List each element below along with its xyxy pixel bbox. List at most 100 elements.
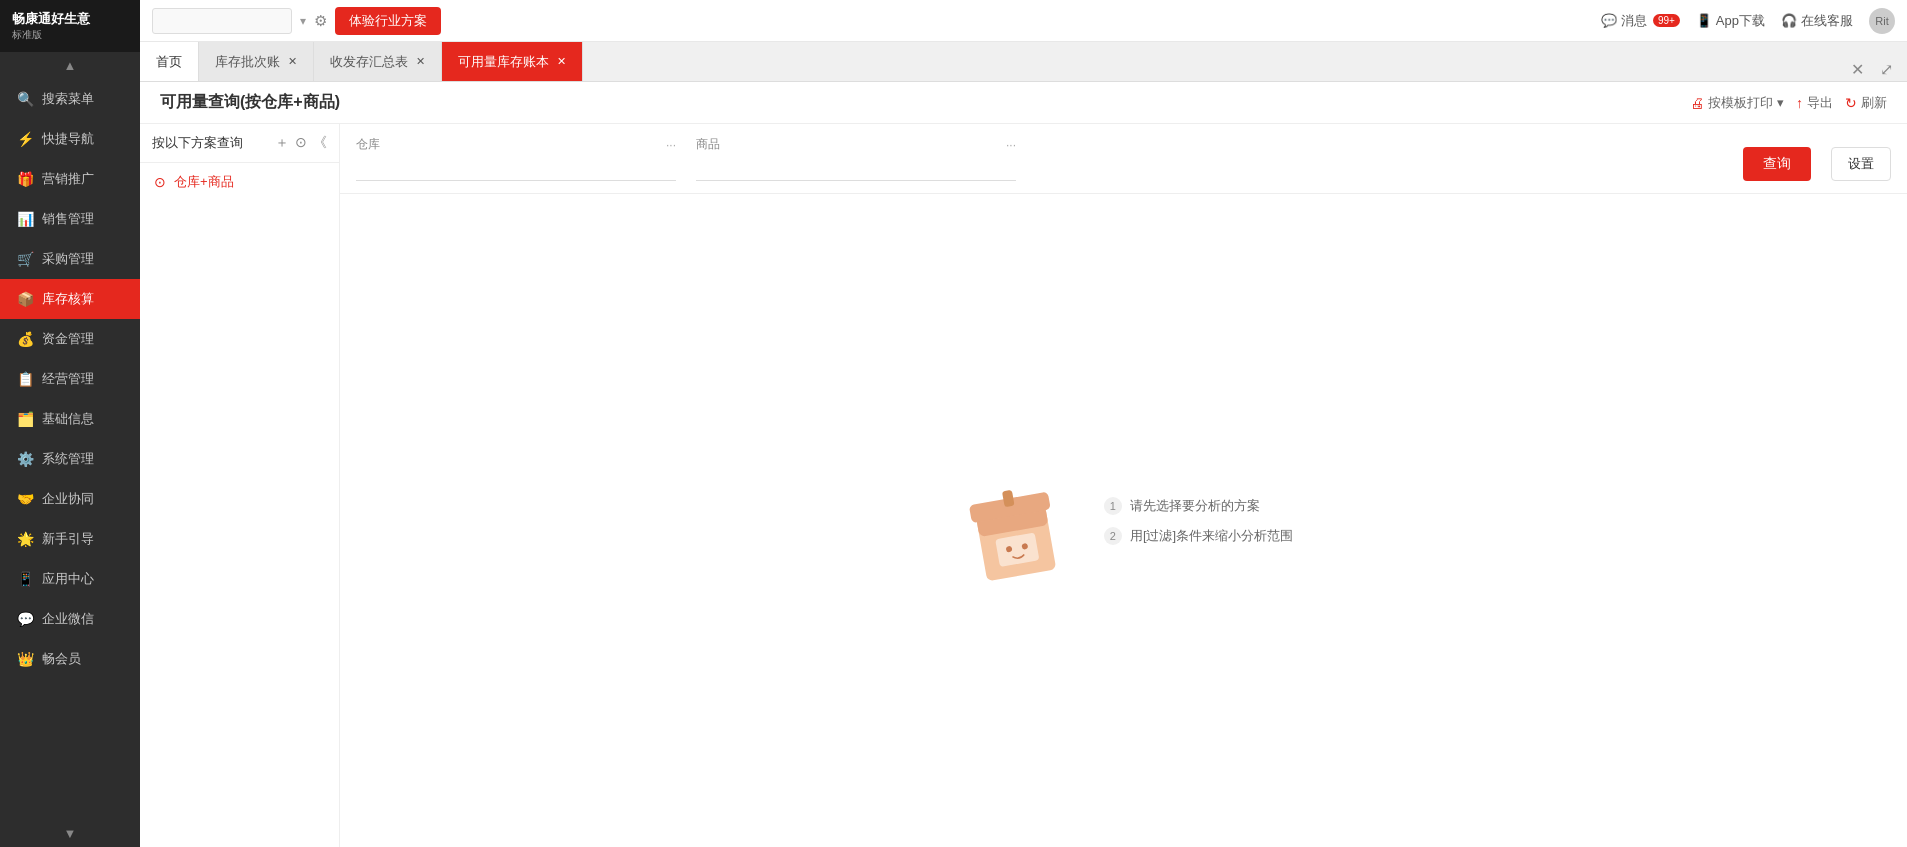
sidebar-scroll: 🔍 搜索菜单 ⚡ 快捷导航 🎁 营销推广 📊 销售管理 🛒 采购管理 📦 库存核… bbox=[0, 79, 140, 820]
sidebar-scroll-up[interactable]: ▲ bbox=[0, 52, 140, 79]
query-button[interactable]: 查询 bbox=[1743, 147, 1811, 181]
topbar: ▾ ⚙ 体验行业方案 💬 消息 99+ 📱 App下载 🎧 在线客服 Rit bbox=[140, 0, 1907, 42]
collapse-filter-icon[interactable]: 《 bbox=[313, 134, 327, 152]
sidebar-item-enterprise[interactable]: 🤝 企业协同 bbox=[0, 479, 140, 519]
topbar-chevron-icon[interactable]: ▾ bbox=[300, 14, 306, 28]
tab-batch-ledger[interactable]: 库存批次账 ✕ bbox=[199, 42, 314, 81]
filter-actions: ＋ ⊙ 《 bbox=[275, 134, 327, 152]
filter-item-仓库+商品[interactable]: ⊙ 仓库+商品 bbox=[140, 163, 339, 201]
print-icon: 🖨 bbox=[1690, 95, 1704, 111]
app-center-icon: 📱 bbox=[16, 571, 34, 587]
refresh-icon: ↻ bbox=[1845, 95, 1857, 111]
filter-item-icon: ⊙ bbox=[154, 174, 166, 190]
tab-close-available-ledger[interactable]: ✕ bbox=[557, 55, 566, 68]
query-field-input-goods[interactable] bbox=[696, 157, 1016, 181]
main-area: ▾ ⚙ 体验行业方案 💬 消息 99+ 📱 App下载 🎧 在线客服 Rit bbox=[140, 0, 1907, 847]
query-field-warehouse: 仓库 ··· bbox=[356, 136, 676, 181]
tab-label-home: 首页 bbox=[156, 53, 182, 71]
sidebar-item-basic-info[interactable]: 🗂️ 基础信息 bbox=[0, 399, 140, 439]
query-field-more-goods[interactable]: ··· bbox=[1006, 138, 1016, 152]
inventory-icon: 📦 bbox=[16, 291, 34, 307]
app-download-button[interactable]: 📱 App下载 bbox=[1696, 12, 1765, 30]
purchase-icon: 🛒 bbox=[16, 251, 34, 267]
sidebar-item-label: 采购管理 bbox=[42, 250, 94, 268]
online-service-button[interactable]: 🎧 在线客服 bbox=[1781, 12, 1853, 30]
sidebar-item-finance[interactable]: 💰 资金管理 bbox=[0, 319, 140, 359]
page-title: 可用量查询(按仓库+商品) bbox=[160, 92, 340, 113]
sidebar-item-purchase[interactable]: 🛒 采购管理 bbox=[0, 239, 140, 279]
basic-info-icon: 🗂️ bbox=[16, 411, 34, 427]
query-field-input-warehouse[interactable] bbox=[356, 157, 676, 181]
page-header: 可用量查询(按仓库+商品) 🖨 按模板打印 ▾ ↑ 导出 ↻ 刷新 bbox=[140, 82, 1907, 124]
sidebar-item-label: 基础信息 bbox=[42, 410, 94, 428]
finance-icon: 💰 bbox=[16, 331, 34, 347]
sidebar-item-search[interactable]: 🔍 搜索菜单 bbox=[0, 79, 140, 119]
user-menu[interactable]: Rit bbox=[1869, 8, 1895, 34]
sidebar-item-shortcut[interactable]: ⚡ 快捷导航 bbox=[0, 119, 140, 159]
empty-tip-1-text: 请先选择要分析的方案 bbox=[1130, 497, 1260, 515]
tab-close-batch-ledger[interactable]: ✕ bbox=[288, 55, 297, 68]
sidebar-item-newbie[interactable]: 🌟 新手引导 bbox=[0, 519, 140, 559]
print-label: 按模板打印 bbox=[1708, 94, 1773, 112]
empty-illustration bbox=[954, 461, 1074, 581]
sidebar-item-vip[interactable]: 👑 畅会员 bbox=[0, 639, 140, 679]
sidebar-item-app-center[interactable]: 📱 应用中心 bbox=[0, 559, 140, 599]
close-tab-button[interactable]: ✕ bbox=[1845, 58, 1870, 81]
query-field-goods: 商品 ··· bbox=[696, 136, 1016, 181]
sidebar-scroll-down[interactable]: ▼ bbox=[0, 820, 140, 847]
sidebar-item-label: 营销推广 bbox=[42, 170, 94, 188]
sidebar-item-marketing-promo[interactable]: 🎁 营销推广 bbox=[0, 159, 140, 199]
query-field-label-warehouse: 仓库 ··· bbox=[356, 136, 676, 153]
search-icon: 🔍 bbox=[16, 91, 34, 107]
message-button[interactable]: 💬 消息 99+ bbox=[1601, 12, 1680, 30]
tab-available-ledger[interactable]: 可用量库存账本 ✕ bbox=[442, 42, 583, 81]
tab-collect-summary[interactable]: 收发存汇总表✕ bbox=[314, 42, 442, 81]
online-service-label: 在线客服 bbox=[1801, 12, 1853, 30]
sales-icon: 📊 bbox=[16, 211, 34, 227]
maximize-tab-button[interactable]: ⤢ bbox=[1874, 58, 1899, 81]
print-template-button[interactable]: 🖨 按模板打印 ▾ bbox=[1690, 94, 1784, 112]
topbar-search-input[interactable] bbox=[152, 8, 292, 34]
sidebar-item-sales[interactable]: 📊 销售管理 bbox=[0, 199, 140, 239]
trial-button[interactable]: 体验行业方案 bbox=[335, 7, 441, 35]
add-filter-icon[interactable]: ＋ bbox=[275, 134, 289, 152]
filter-panel: 按以下方案查询 ＋ ⊙ 《 ⊙ 仓库+商品 bbox=[140, 124, 340, 847]
sidebar-item-operations[interactable]: 📋 经营管理 bbox=[0, 359, 140, 399]
filter-item-label: 仓库+商品 bbox=[174, 173, 234, 191]
export-button[interactable]: ↑ 导出 bbox=[1796, 94, 1833, 112]
topbar-gear-icon[interactable]: ⚙ bbox=[314, 12, 327, 30]
sidebar-item-label: 快捷导航 bbox=[42, 130, 94, 148]
filter-panel-title: 按以下方案查询 bbox=[152, 134, 243, 152]
sidebar-item-system[interactable]: ⚙️ 系统管理 bbox=[0, 439, 140, 479]
newbie-icon: 🌟 bbox=[16, 531, 34, 547]
query-field-more-warehouse[interactable]: ··· bbox=[666, 138, 676, 152]
sidebar-header: 畅康通好生意 标准版 bbox=[0, 0, 140, 52]
app-download-label: App下载 bbox=[1716, 12, 1765, 30]
wechat-icon: 💬 bbox=[16, 611, 34, 627]
sidebar-item-label: 经营管理 bbox=[42, 370, 94, 388]
tab-home[interactable]: 首页 bbox=[140, 42, 199, 81]
tab-label-available-ledger: 可用量库存账本 bbox=[458, 53, 549, 71]
tab-label-batch-ledger: 库存批次账 bbox=[215, 53, 280, 71]
message-badge: 99+ bbox=[1653, 14, 1680, 27]
refresh-button[interactable]: ↻ 刷新 bbox=[1845, 94, 1887, 112]
export-icon: ↑ bbox=[1796, 95, 1803, 111]
empty-tips: 1 请先选择要分析的方案 2 用[过滤]条件来缩小分析范围 bbox=[1104, 497, 1293, 545]
sidebar-item-label: 销售管理 bbox=[42, 210, 94, 228]
filter-header: 按以下方案查询 ＋ ⊙ 《 bbox=[140, 124, 339, 163]
message-label: 消息 bbox=[1621, 12, 1647, 30]
settings-filter-icon[interactable]: ⊙ bbox=[295, 134, 307, 152]
sidebar-item-wechat[interactable]: 💬 企业微信 bbox=[0, 599, 140, 639]
sidebar-item-label: 应用中心 bbox=[42, 570, 94, 588]
headset-icon: 🎧 bbox=[1781, 13, 1797, 28]
sidebar-item-inventory[interactable]: 📦 库存核算 bbox=[0, 279, 140, 319]
sidebar-item-label: 企业微信 bbox=[42, 610, 94, 628]
sidebar: 畅康通好生意 标准版 ▲ 🔍 搜索菜单 ⚡ 快捷导航 🎁 营销推广 📊 销售管理… bbox=[0, 0, 140, 847]
avatar: Rit bbox=[1869, 8, 1895, 34]
shortcut-icon: ⚡ bbox=[16, 131, 34, 147]
tab-close-collect-summary[interactable]: ✕ bbox=[416, 55, 425, 68]
settings-button[interactable]: 设置 bbox=[1831, 147, 1891, 181]
empty-state: 1 请先选择要分析的方案 2 用[过滤]条件来缩小分析范围 bbox=[340, 194, 1907, 847]
empty-tip-2: 2 用[过滤]条件来缩小分析范围 bbox=[1104, 527, 1293, 545]
topbar-right: 💬 消息 99+ 📱 App下载 🎧 在线客服 Rit bbox=[1601, 8, 1895, 34]
